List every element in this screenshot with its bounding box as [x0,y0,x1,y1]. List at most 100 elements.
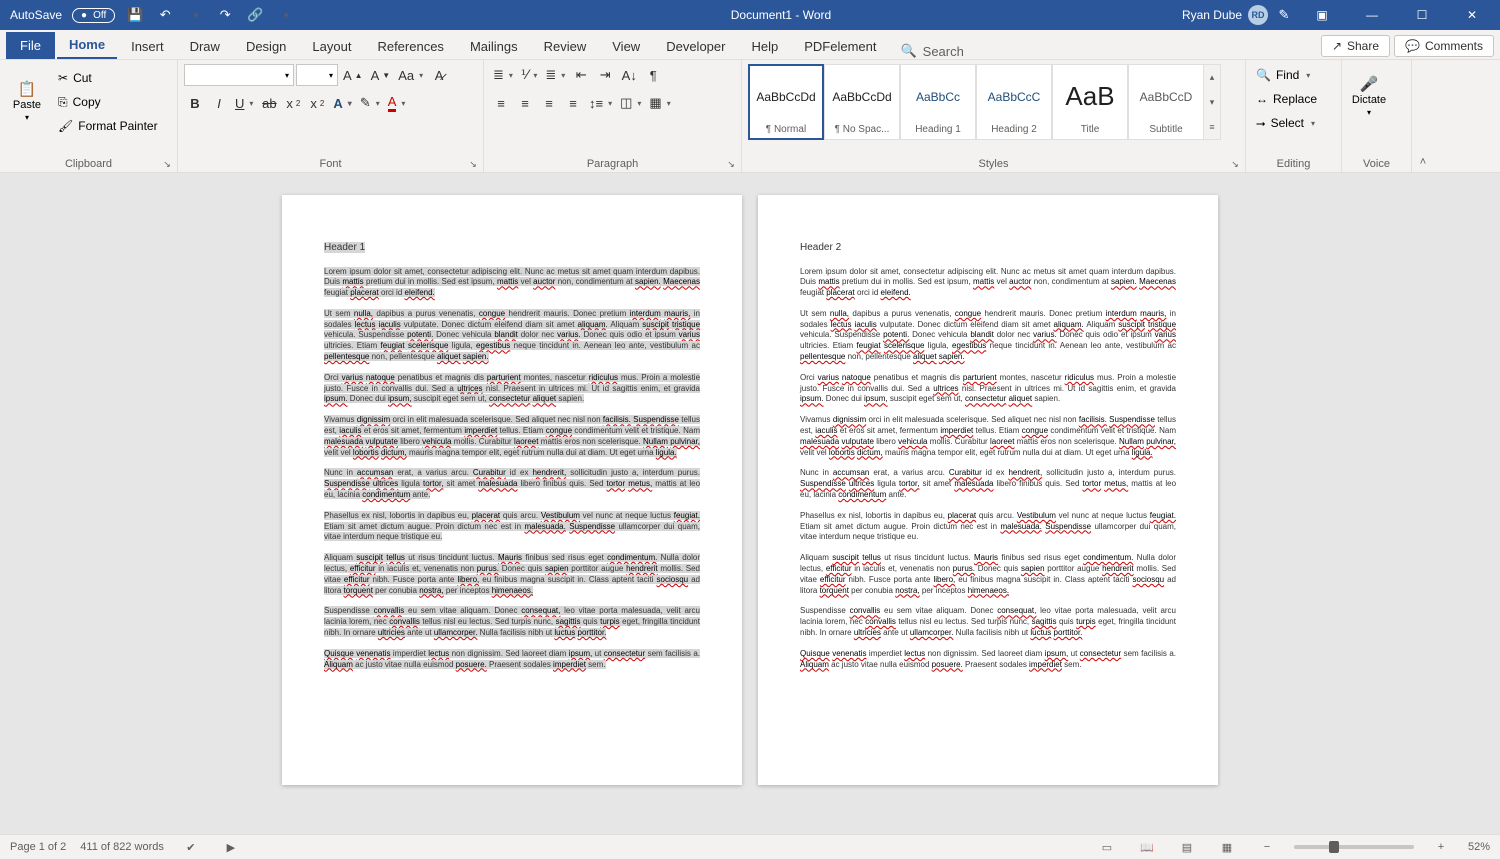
increase-indent-button[interactable]: ⇥ [594,64,616,86]
text-effects-button[interactable]: A [330,92,354,114]
body-paragraph[interactable]: Phasellus ex nisl, lobortis in dapibus e… [800,511,1176,543]
borders-button[interactable]: ▦ [646,92,673,114]
align-left-button[interactable]: ≡ [490,92,512,114]
align-right-button[interactable]: ≡ [538,92,560,114]
body-paragraph[interactable]: Aliquam suscipit tellus ut risus tincidu… [800,553,1176,596]
body-paragraph[interactable]: Lorem ipsum dolor sit amet, consectetur … [324,267,700,299]
bullets-button[interactable]: ≣ [490,64,516,86]
focus-mode-icon[interactable]: ▭ [1094,838,1120,856]
body-paragraph[interactable]: Ut sem nulla, dapibus a purus venenatis,… [324,309,700,363]
body-paragraph[interactable]: Nunc in accumsan erat, a varius arcu. Cu… [800,468,1176,500]
body-paragraph[interactable]: Lorem ipsum dolor sit amet, consectetur … [800,267,1176,299]
tab-layout[interactable]: Layout [300,33,363,59]
subscript-button[interactable]: x2 [282,92,304,114]
cut-button[interactable]: Cut [54,67,162,89]
strikethrough-button[interactable]: ab [258,92,280,114]
zoom-in-button[interactable]: + [1428,838,1454,856]
undo-icon[interactable]: ↶ [155,5,175,25]
zoom-slider-thumb[interactable] [1329,841,1339,853]
style-item-3[interactable]: AaBbCcCHeading 2 [976,64,1052,140]
body-paragraph[interactable]: Vivamus dignissim orci in elit malesuada… [800,415,1176,458]
line-spacing-button[interactable]: ↕≡ [586,92,615,114]
highlight-button[interactable]: ✎ [357,92,383,114]
body-paragraph[interactable]: Suspendisse convallis eu sem vitae aliqu… [800,606,1176,638]
print-layout-icon[interactable] [1174,838,1200,856]
paste-button[interactable]: 📋Paste▾ [6,69,48,135]
style-item-0[interactable]: AaBbCcDd¶ Normal [748,64,824,140]
styles-up-icon[interactable]: ▴ [1204,65,1220,90]
underline-button[interactable]: U [232,92,256,114]
page-2[interactable]: Header 2 Lorem ipsum dolor sit amet, con… [758,195,1218,785]
dictate-button[interactable]: Dictate▾ [1348,64,1390,130]
show-marks-button[interactable]: ¶ [642,64,664,86]
body-paragraph[interactable]: Quisque venenatis imperdiet lectus non d… [800,649,1176,671]
font-color-button[interactable]: A [385,92,409,114]
macro-icon[interactable]: ▶ [218,838,244,856]
document-area[interactable]: Header 1 Lorem ipsum dolor sit amet, con… [0,173,1500,834]
grow-font-button[interactable]: A▲ [340,64,366,86]
italic-button[interactable]: I [208,92,230,114]
body-paragraph[interactable]: Aliquam suscipit tellus ut risus tincidu… [324,553,700,596]
minimize-button[interactable]: ― [1350,0,1394,30]
sort-button[interactable]: A↓ [618,64,640,86]
tab-help[interactable]: Help [739,33,790,59]
surface-pen-icon[interactable]: ✎ [1274,5,1294,25]
user-name[interactable]: Ryan Dube [1182,8,1242,22]
multilevel-button[interactable]: ≣ [542,64,568,86]
font-dialog-launcher[interactable]: ↘ [467,158,479,170]
replace-button[interactable]: Replace [1252,88,1335,110]
page-1[interactable]: Header 1 Lorem ipsum dolor sit amet, con… [282,195,742,785]
tab-review[interactable]: Review [532,33,599,59]
tab-insert[interactable]: Insert [119,33,176,59]
tab-draw[interactable]: Draw [178,33,232,59]
web-layout-icon[interactable] [1214,838,1240,856]
comments-button[interactable]: Comments [1394,35,1494,57]
numbering-button[interactable]: ⅟ [518,64,540,86]
body-paragraph[interactable]: Phasellus ex nisl, lobortis in dapibus e… [324,511,700,543]
font-name-combo[interactable]: ▾ [184,64,294,86]
decrease-indent-button[interactable]: ⇤ [570,64,592,86]
styles-down-icon[interactable]: ▾ [1204,90,1220,115]
page-info[interactable]: Page 1 of 2 [10,841,66,853]
avatar[interactable]: RD [1248,5,1268,25]
ribbon-display-options-icon[interactable]: ▣ [1300,0,1344,30]
tab-view[interactable]: View [600,33,652,59]
body-paragraph[interactable]: Orci varius natoque penatibus et magnis … [324,373,700,405]
tab-references[interactable]: References [365,33,455,59]
shrink-font-button[interactable]: A▼ [368,64,394,86]
shading-button[interactable]: ◫ [617,92,644,114]
tab-developer[interactable]: Developer [654,33,737,59]
tab-file[interactable]: File [6,32,55,59]
styles-more-icon[interactable]: ≡ [1204,114,1220,139]
select-button[interactable]: Select [1252,112,1335,134]
copy-button[interactable]: Copy [54,91,162,113]
autosave-toggle[interactable]: ● Off [72,8,115,23]
tab-pdfelement[interactable]: PDFelement [792,33,888,59]
body-paragraph[interactable]: Quisque venenatis imperdiet lectus non d… [324,649,700,671]
styles-dialog-launcher[interactable]: ↘ [1229,158,1241,170]
close-button[interactable]: ✕ [1450,0,1494,30]
body-paragraph[interactable]: Vivamus dignissim orci in elit malesuada… [324,415,700,458]
zoom-percent[interactable]: 52% [1468,841,1490,853]
read-mode-icon[interactable] [1134,838,1160,856]
spell-check-icon[interactable]: ✔ [178,838,204,856]
word-count[interactable]: 411 of 822 words [80,841,164,853]
collapse-ribbon-button[interactable]: ˄ [1412,60,1434,172]
font-size-combo[interactable]: ▾ [296,64,338,86]
redo-icon[interactable]: ↷ [215,5,235,25]
format-painter-button[interactable]: Format Painter [54,115,162,137]
paragraph-dialog-launcher[interactable]: ↘ [725,158,737,170]
tab-design[interactable]: Design [234,33,298,59]
find-button[interactable]: Find [1252,64,1335,86]
qat-customize[interactable] [275,5,295,25]
clear-format-button[interactable]: A̷ [428,64,450,86]
save-icon[interactable]: 💾 [125,5,145,25]
search-box[interactable]: Search [890,43,973,59]
body-paragraph[interactable]: Ut sem nulla, dapibus a purus venenatis,… [800,309,1176,363]
change-case-button[interactable]: Aa [395,64,426,86]
bold-button[interactable]: B [184,92,206,114]
clipboard-dialog-launcher[interactable]: ↘ [161,158,173,170]
zoom-slider[interactable] [1294,845,1414,849]
undo-dropdown[interactable] [185,5,205,25]
body-paragraph[interactable]: Suspendisse convallis eu sem vitae aliqu… [324,606,700,638]
